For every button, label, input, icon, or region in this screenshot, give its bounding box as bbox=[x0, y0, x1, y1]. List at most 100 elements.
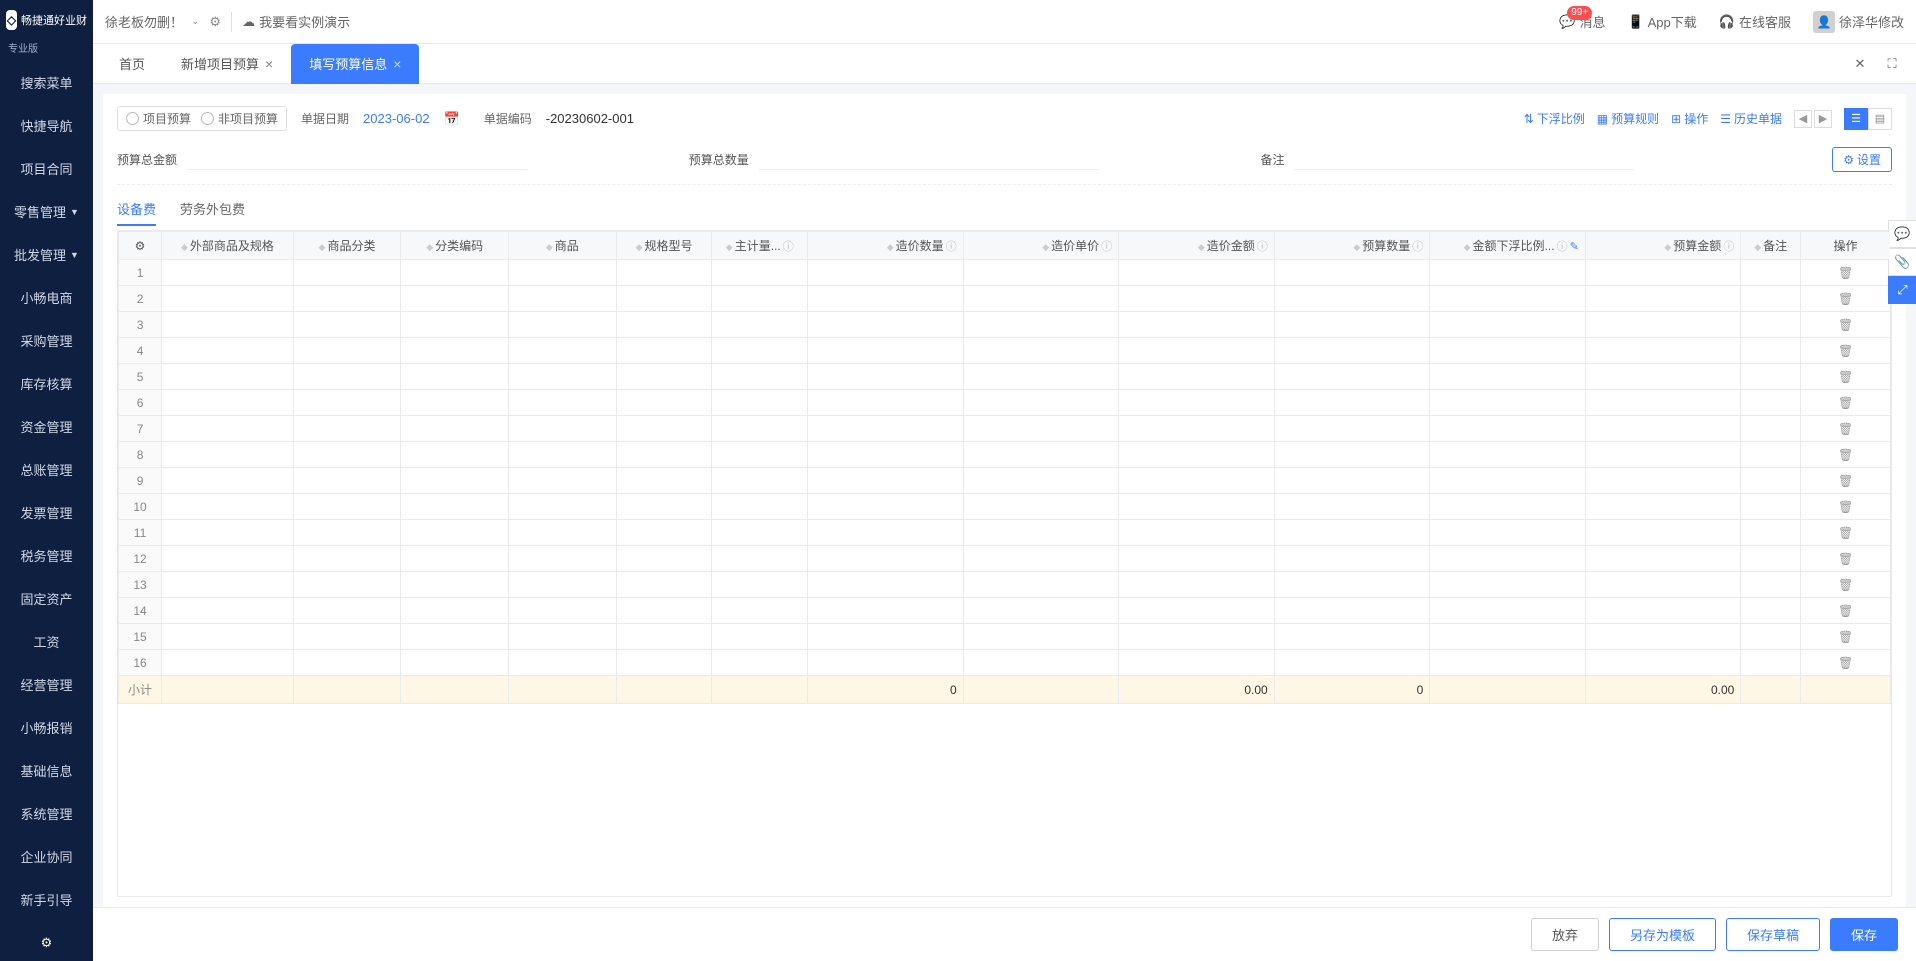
table-cell[interactable] bbox=[1741, 624, 1801, 650]
close-all-tabs-button[interactable]: ✕ bbox=[1848, 52, 1872, 76]
table-row[interactable]: 11🗑 bbox=[119, 520, 1891, 546]
table-cell[interactable] bbox=[808, 364, 964, 390]
tab[interactable]: 新增项目预算× bbox=[163, 44, 291, 84]
column-header[interactable]: ◆造价金额ⓘ bbox=[1119, 232, 1275, 260]
next-doc-arrow[interactable]: ▶ bbox=[1814, 110, 1832, 128]
demo-link[interactable]: ☁ 我要看实例演示 bbox=[242, 12, 350, 31]
table-cell[interactable] bbox=[1119, 546, 1275, 572]
table-cell[interactable] bbox=[162, 572, 294, 598]
table-cell[interactable] bbox=[1119, 468, 1275, 494]
table-cell[interactable] bbox=[293, 572, 401, 598]
save-draft-button[interactable]: 保存草稿 bbox=[1726, 918, 1820, 951]
table-row[interactable]: 13🗑 bbox=[119, 572, 1891, 598]
table-cell[interactable] bbox=[963, 416, 1119, 442]
table-cell[interactable] bbox=[808, 338, 964, 364]
table-cell[interactable] bbox=[808, 520, 964, 546]
sidebar-item[interactable]: 总账管理 bbox=[0, 448, 93, 491]
delete-icon[interactable]: 🗑 bbox=[1838, 292, 1853, 306]
table-cell[interactable] bbox=[401, 364, 509, 390]
column-header[interactable]: ◆备注 bbox=[1741, 232, 1801, 260]
table-cell[interactable] bbox=[963, 364, 1119, 390]
op-cell[interactable]: 🗑 bbox=[1801, 598, 1891, 624]
table-cell[interactable] bbox=[963, 520, 1119, 546]
table-cell[interactable] bbox=[1119, 624, 1275, 650]
view-mode-list[interactable]: ☰ bbox=[1844, 108, 1868, 130]
table-cell[interactable] bbox=[1119, 364, 1275, 390]
table-cell[interactable] bbox=[712, 390, 808, 416]
column-header[interactable]: ◆预算金额ⓘ bbox=[1585, 232, 1741, 260]
table-cell[interactable] bbox=[808, 468, 964, 494]
table-cell[interactable] bbox=[963, 572, 1119, 598]
gear-icon[interactable]: ⚙ bbox=[41, 935, 53, 951]
table-cell[interactable] bbox=[808, 442, 964, 468]
table-cell[interactable] bbox=[963, 390, 1119, 416]
table-cell[interactable] bbox=[1741, 598, 1801, 624]
table-cell[interactable] bbox=[616, 442, 712, 468]
sidebar-item[interactable]: 新手引导 bbox=[0, 878, 93, 921]
table-cell[interactable] bbox=[1585, 390, 1741, 416]
table-cell[interactable] bbox=[963, 286, 1119, 312]
table-cell[interactable] bbox=[963, 650, 1119, 676]
table-cell[interactable] bbox=[1430, 286, 1586, 312]
table-cell[interactable] bbox=[1430, 364, 1586, 390]
operate-link[interactable]: ⊞操作 bbox=[1671, 110, 1708, 127]
table-cell[interactable] bbox=[401, 520, 509, 546]
table-cell[interactable] bbox=[963, 338, 1119, 364]
table-cell[interactable] bbox=[963, 312, 1119, 338]
op-cell[interactable]: 🗑 bbox=[1801, 650, 1891, 676]
table-cell[interactable] bbox=[509, 364, 617, 390]
op-cell[interactable]: 🗑 bbox=[1801, 624, 1891, 650]
op-cell[interactable]: 🗑 bbox=[1801, 286, 1891, 312]
table-cell[interactable] bbox=[616, 338, 712, 364]
sidebar-item[interactable]: 项目合同 bbox=[0, 147, 93, 190]
table-cell[interactable] bbox=[963, 442, 1119, 468]
sub-tab[interactable]: 劳务外包费 bbox=[180, 193, 245, 226]
table-cell[interactable] bbox=[293, 416, 401, 442]
table-cell[interactable] bbox=[1119, 416, 1275, 442]
tab[interactable]: 填写预算信息× bbox=[291, 44, 419, 84]
table-cell[interactable] bbox=[1430, 468, 1586, 494]
table-cell[interactable] bbox=[616, 390, 712, 416]
table-cell[interactable] bbox=[1430, 312, 1586, 338]
table-cell[interactable] bbox=[162, 390, 294, 416]
table-cell[interactable] bbox=[712, 624, 808, 650]
table-cell[interactable] bbox=[1741, 650, 1801, 676]
table-cell[interactable] bbox=[1119, 312, 1275, 338]
sidebar-item[interactable]: 基础信息 bbox=[0, 749, 93, 792]
table-cell[interactable] bbox=[1741, 468, 1801, 494]
sidebar-item[interactable]: 系统管理 bbox=[0, 792, 93, 835]
table-cell[interactable] bbox=[401, 468, 509, 494]
sidebar-item[interactable]: 税务管理 bbox=[0, 534, 93, 577]
table-cell[interactable] bbox=[509, 468, 617, 494]
table-row[interactable]: 3🗑 bbox=[119, 312, 1891, 338]
table-row[interactable]: 4🗑 bbox=[119, 338, 1891, 364]
save-template-button[interactable]: 另存为模板 bbox=[1609, 918, 1716, 951]
op-cell[interactable]: 🗑 bbox=[1801, 442, 1891, 468]
table-cell[interactable] bbox=[401, 442, 509, 468]
sidebar-item[interactable]: 批发管理▼ bbox=[0, 233, 93, 276]
table-cell[interactable] bbox=[1274, 520, 1430, 546]
table-cell[interactable] bbox=[162, 338, 294, 364]
table-cell[interactable] bbox=[1274, 338, 1430, 364]
table-cell[interactable] bbox=[1741, 416, 1801, 442]
table-cell[interactable] bbox=[1430, 546, 1586, 572]
op-cell[interactable]: 🗑 bbox=[1801, 390, 1891, 416]
table-cell[interactable] bbox=[509, 312, 617, 338]
column-header[interactable]: ◆主计量...ⓘ bbox=[712, 232, 808, 260]
table-cell[interactable] bbox=[293, 442, 401, 468]
table-cell[interactable] bbox=[162, 442, 294, 468]
messages-button[interactable]: 99+ 💬 消息 bbox=[1559, 12, 1605, 31]
tab[interactable]: 首页 bbox=[101, 44, 163, 84]
table-cell[interactable] bbox=[1430, 442, 1586, 468]
table-cell[interactable] bbox=[712, 468, 808, 494]
total-amount-input[interactable] bbox=[187, 149, 527, 170]
table-cell[interactable] bbox=[616, 520, 712, 546]
table-cell[interactable] bbox=[509, 650, 617, 676]
settings-button[interactable]: ⚙ 设置 bbox=[1832, 147, 1892, 172]
table-scroll[interactable]: ⚙◆外部商品及规格◆商品分类◆分类编码◆商品◆规格型号◆主计量...ⓘ◆造价数量… bbox=[118, 231, 1891, 882]
op-cell[interactable]: 🗑 bbox=[1801, 520, 1891, 546]
table-cell[interactable] bbox=[712, 494, 808, 520]
table-cell[interactable] bbox=[162, 494, 294, 520]
table-cell[interactable] bbox=[401, 494, 509, 520]
tenant-settings-icon[interactable]: ⚙ bbox=[209, 14, 221, 30]
